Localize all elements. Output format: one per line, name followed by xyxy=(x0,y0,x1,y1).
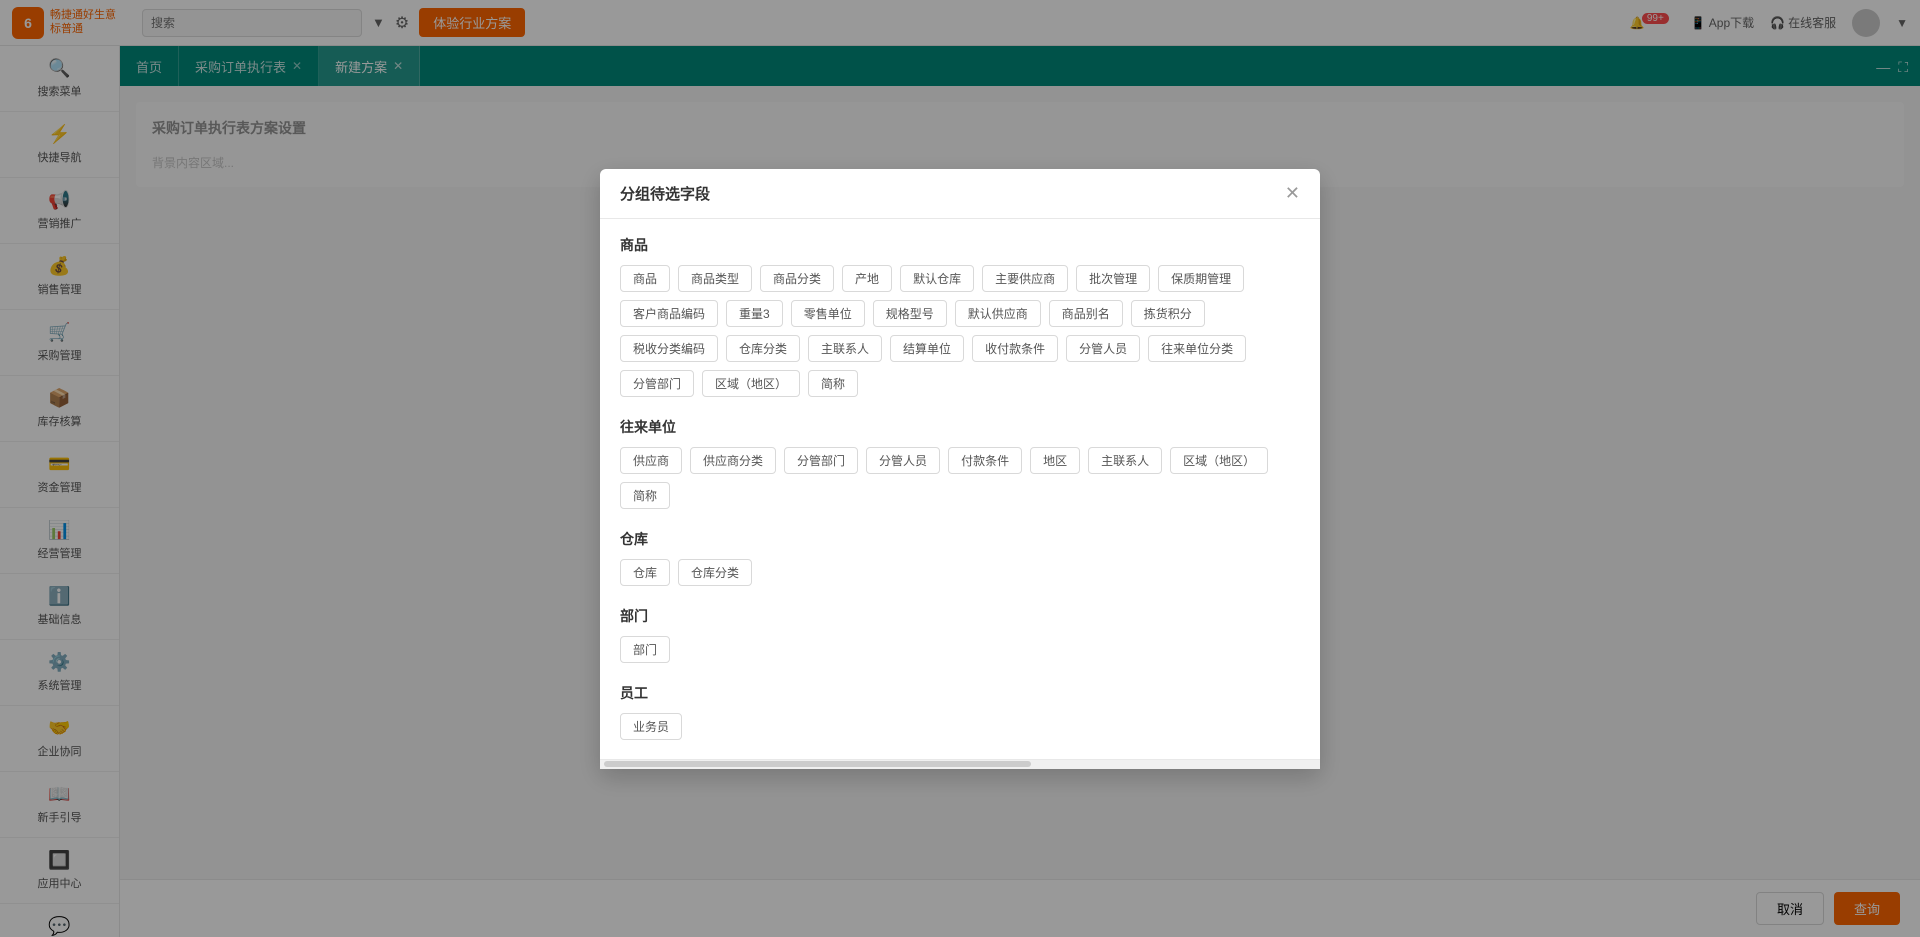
section-department: 部门部门 xyxy=(620,606,1300,663)
section-goods: 商品商品商品类型商品分类产地默认仓库主要供应商批次管理保质期管理客户商品编码重量… xyxy=(620,235,1300,397)
field-tags-employee: 业务员 xyxy=(620,713,1300,740)
field-tag-goods-8[interactable]: 客户商品编码 xyxy=(620,300,718,327)
field-tag-goods-24[interactable]: 简称 xyxy=(808,370,858,397)
modal-horizontal-scrollbar[interactable] xyxy=(600,759,1320,769)
field-tag-goods-15[interactable]: 税收分类编码 xyxy=(620,335,718,362)
field-tag-goods-9[interactable]: 重量3 xyxy=(726,300,783,327)
field-tag-goods-21[interactable]: 往来单位分类 xyxy=(1148,335,1246,362)
field-tag-partner-0[interactable]: 供应商 xyxy=(620,447,682,474)
field-tag-goods-16[interactable]: 仓库分类 xyxy=(726,335,800,362)
field-tag-goods-10[interactable]: 零售单位 xyxy=(791,300,865,327)
modal-dialog: 分组待选字段 ✕ 商品商品商品类型商品分类产地默认仓库主要供应商批次管理保质期管… xyxy=(600,169,1320,769)
field-tag-partner-3[interactable]: 分管人员 xyxy=(866,447,940,474)
section-employee: 员工业务员 xyxy=(620,683,1300,740)
field-tag-partner-2[interactable]: 分管部门 xyxy=(784,447,858,474)
field-tag-department-0[interactable]: 部门 xyxy=(620,636,670,663)
field-tag-goods-23[interactable]: 区域（地区） xyxy=(702,370,800,397)
field-tag-warehouse-1[interactable]: 仓库分类 xyxy=(678,559,752,586)
field-tag-partner-6[interactable]: 主联系人 xyxy=(1088,447,1162,474)
section-warehouse: 仓库仓库仓库分类 xyxy=(620,529,1300,586)
field-tag-goods-5[interactable]: 主要供应商 xyxy=(982,265,1068,292)
field-tag-goods-0[interactable]: 商品 xyxy=(620,265,670,292)
field-tags-warehouse: 仓库仓库分类 xyxy=(620,559,1300,586)
field-tag-partner-8[interactable]: 简称 xyxy=(620,482,670,509)
field-tag-goods-4[interactable]: 默认仓库 xyxy=(900,265,974,292)
section-title-employee: 员工 xyxy=(620,683,1300,703)
field-tag-goods-7[interactable]: 保质期管理 xyxy=(1158,265,1244,292)
field-tag-warehouse-0[interactable]: 仓库 xyxy=(620,559,670,586)
field-tag-goods-11[interactable]: 规格型号 xyxy=(873,300,947,327)
field-tag-partner-5[interactable]: 地区 xyxy=(1030,447,1080,474)
modal-body[interactable]: 商品商品商品类型商品分类产地默认仓库主要供应商批次管理保质期管理客户商品编码重量… xyxy=(600,219,1320,759)
modal-title: 分组待选字段 xyxy=(620,183,710,204)
section-title-warehouse: 仓库 xyxy=(620,529,1300,549)
section-title-department: 部门 xyxy=(620,606,1300,626)
field-tag-employee-0[interactable]: 业务员 xyxy=(620,713,682,740)
modal-overlay: 分组待选字段 ✕ 商品商品商品类型商品分类产地默认仓库主要供应商批次管理保质期管… xyxy=(0,0,1920,937)
field-tags-partner: 供应商供应商分类分管部门分管人员付款条件地区主联系人区域（地区） 简称 xyxy=(620,447,1300,509)
hscroll-thumb xyxy=(604,761,1031,767)
field-tag-partner-1[interactable]: 供应商分类 xyxy=(690,447,776,474)
field-tag-goods-18[interactable]: 结算单位 xyxy=(890,335,964,362)
field-tags-goods: 商品商品类型商品分类产地默认仓库主要供应商批次管理保质期管理客户商品编码重量3 零… xyxy=(620,265,1300,397)
field-tag-goods-19[interactable]: 收付款条件 xyxy=(972,335,1058,362)
section-title-partner: 往来单位 xyxy=(620,417,1300,437)
field-tag-goods-3[interactable]: 产地 xyxy=(842,265,892,292)
modal-header: 分组待选字段 ✕ xyxy=(600,169,1320,219)
field-tag-goods-17[interactable]: 主联系人 xyxy=(808,335,882,362)
section-partner: 往来单位供应商供应商分类分管部门分管人员付款条件地区主联系人区域（地区） 简称 xyxy=(620,417,1300,509)
field-tag-goods-14[interactable]: 拣货积分 xyxy=(1131,300,1205,327)
field-tag-goods-1[interactable]: 商品类型 xyxy=(678,265,752,292)
field-tag-goods-20[interactable]: 分管人员 xyxy=(1066,335,1140,362)
field-tag-goods-12[interactable]: 默认供应商 xyxy=(955,300,1041,327)
field-tag-goods-22[interactable]: 分管部门 xyxy=(620,370,694,397)
field-tags-department: 部门 xyxy=(620,636,1300,663)
modal-close-icon[interactable]: ✕ xyxy=(1285,183,1300,204)
field-tag-partner-7[interactable]: 区域（地区） xyxy=(1170,447,1268,474)
field-tag-goods-6[interactable]: 批次管理 xyxy=(1076,265,1150,292)
field-tag-goods-2[interactable]: 商品分类 xyxy=(760,265,834,292)
section-title-goods: 商品 xyxy=(620,235,1300,255)
field-tag-goods-13[interactable]: 商品别名 xyxy=(1049,300,1123,327)
field-tag-partner-4[interactable]: 付款条件 xyxy=(948,447,1022,474)
